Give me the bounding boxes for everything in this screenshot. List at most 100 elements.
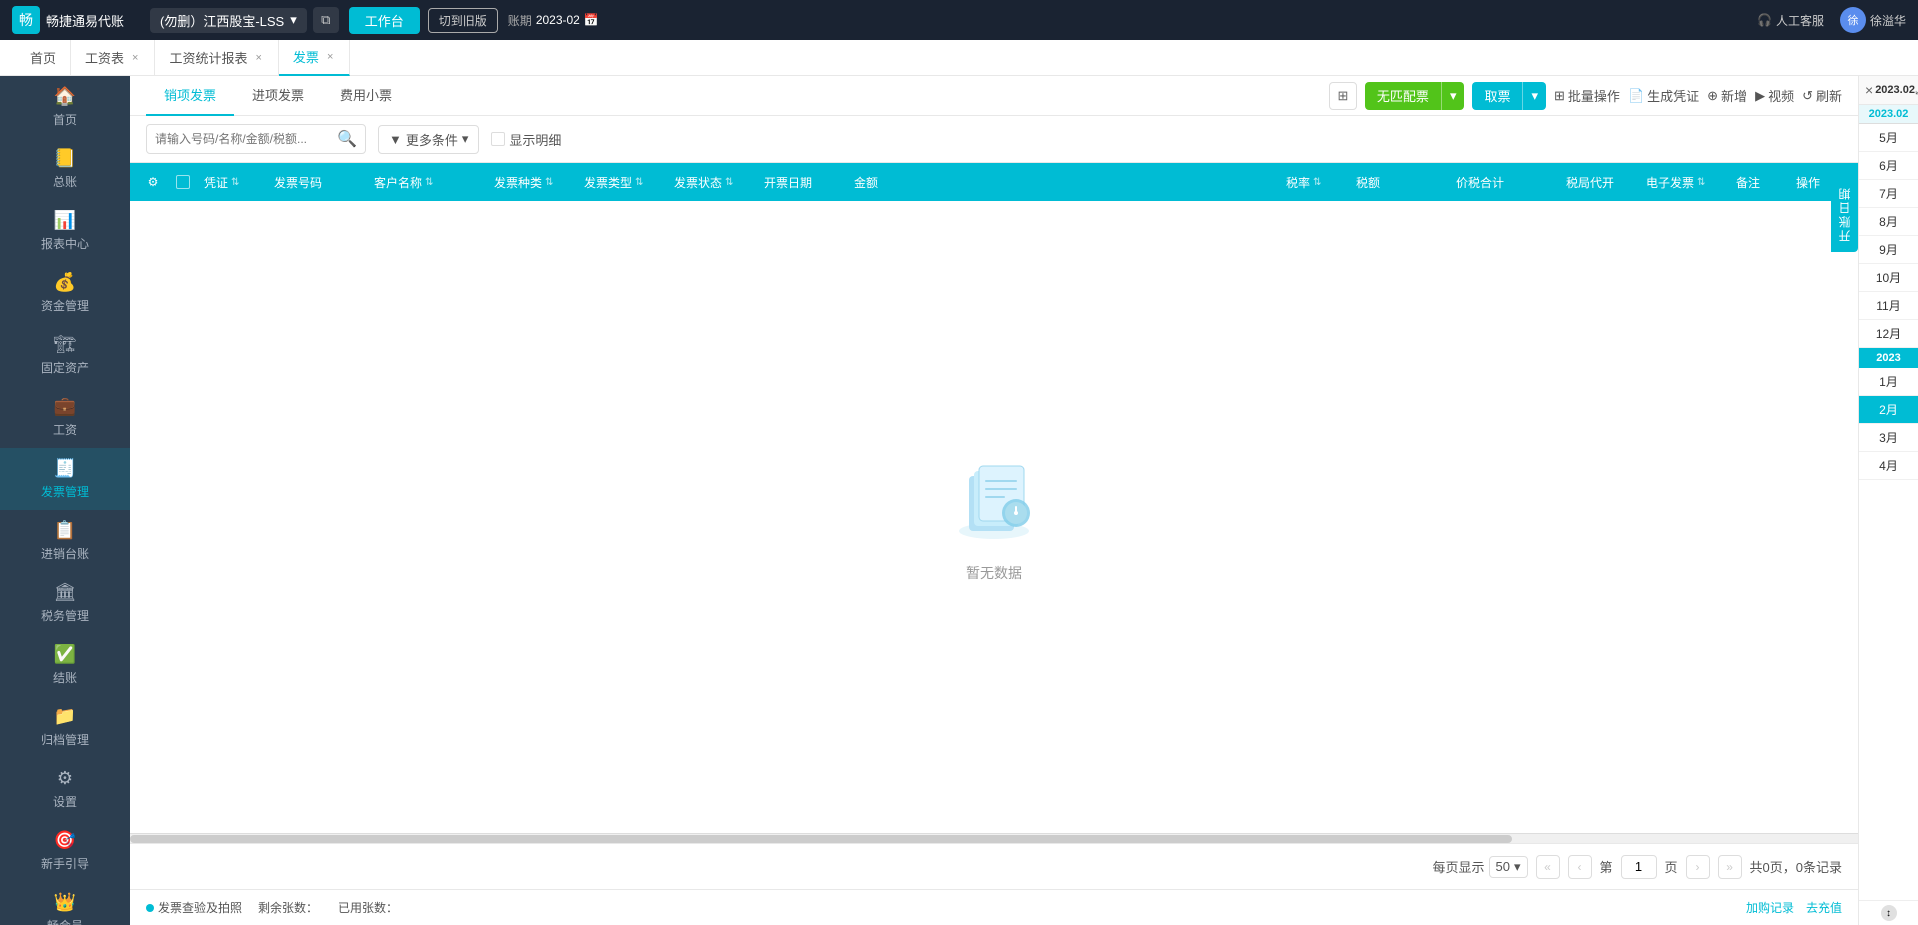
more-conditions-arrow: ▾ xyxy=(462,131,469,147)
switch-version-button[interactable]: 切到旧版 xyxy=(428,8,498,33)
empty-illustration xyxy=(944,451,1044,551)
right-panel: × 2023.02 ⤢ 2023.02 5月 6月 7月 8月 9月 10月 1… xyxy=(1858,76,1918,925)
tax-rate-sort-icon[interactable]: ⇅ xyxy=(1313,177,1321,188)
tab-salary-close[interactable]: × xyxy=(130,51,140,65)
support-label: 人工客服 xyxy=(1776,12,1824,29)
month-item-4[interactable]: 4月 xyxy=(1859,452,1918,480)
no-match-button[interactable]: 无匹配票 ▾ xyxy=(1365,82,1465,110)
month-item-1[interactable]: 1月 xyxy=(1859,368,1918,396)
e-invoice-sort-icon[interactable]: ⇅ xyxy=(1697,177,1705,188)
first-page-button[interactable]: « xyxy=(1536,855,1560,879)
refresh-button[interactable]: ↺ 刷新 xyxy=(1802,86,1842,105)
tab-home[interactable]: 首页 xyxy=(16,40,71,76)
recharge-link[interactable]: 去充值 xyxy=(1806,899,1842,916)
company-selector[interactable]: (勿删）江西股宝-LSS ▾ xyxy=(150,8,307,33)
take-ticket-arrow[interactable]: ▾ xyxy=(1522,82,1546,110)
th-settings[interactable]: ⚙ xyxy=(138,175,168,189)
archive-icon: 📁 xyxy=(54,706,76,727)
inv-status-sort-icon[interactable]: ⇅ xyxy=(725,177,733,188)
workspace-button[interactable]: 工作台 xyxy=(349,7,420,34)
scroll-thumb[interactable] xyxy=(130,835,1512,843)
calendar-icon[interactable]: 📅 xyxy=(584,13,599,27)
footer-right: 加购记录 去充值 xyxy=(1746,899,1842,916)
month-item-9[interactable]: 9月 xyxy=(1859,236,1918,264)
more-conditions-button[interactable]: ▼ 更多条件 ▾ xyxy=(378,125,479,154)
no-match-arrow[interactable]: ▾ xyxy=(1441,82,1465,110)
refresh-label: 刷新 xyxy=(1816,86,1842,105)
tab-salary[interactable]: 工资表 × xyxy=(71,40,155,76)
select-all-checkbox[interactable] xyxy=(176,175,190,189)
sidebar-invoice-label: 发票管理 xyxy=(41,483,89,500)
sidebar-item-salary[interactable]: 💼 工资 xyxy=(0,386,130,448)
search-icon[interactable]: 🔍 xyxy=(337,129,357,149)
sidebar-item-home[interactable]: 🏠 首页 xyxy=(0,76,130,138)
sidebar-item-guide[interactable]: 🎯 新手引导 xyxy=(0,820,130,882)
user-item[interactable]: 徐 徐溢华 xyxy=(1840,7,1906,33)
panel-close-button[interactable]: × xyxy=(1863,82,1875,98)
customer-sort-icon[interactable]: ⇅ xyxy=(425,177,433,188)
sidebar-item-finance[interactable]: 💰 资金管理 xyxy=(0,262,130,324)
sidebar-home-label: 首页 xyxy=(53,111,77,128)
page-size-dropdown[interactable]: 50 ▾ xyxy=(1489,856,1528,878)
show-details-checkbox[interactable] xyxy=(491,132,505,146)
tab-salary-report-close[interactable]: × xyxy=(253,51,263,65)
month-item-8[interactable]: 8月 xyxy=(1859,208,1918,236)
sidebar-item-close[interactable]: ✅ 结账 xyxy=(0,634,130,696)
month-item-7[interactable]: 7月 xyxy=(1859,180,1918,208)
batch-op-link[interactable]: ⊞ 批量操作 xyxy=(1554,86,1620,105)
sidebar-item-invoice[interactable]: 🧾 发票管理 xyxy=(0,448,130,510)
tab-salary-report[interactable]: 工资统计报表 × xyxy=(155,40,278,76)
inv-type-sort-icon[interactable]: ⇅ xyxy=(545,177,553,188)
prev-page-icon: ‹ xyxy=(1578,860,1582,874)
gear-icon: ⚙ xyxy=(57,768,73,789)
month-item-3[interactable]: 3月 xyxy=(1859,424,1918,452)
search-input[interactable] xyxy=(155,132,331,146)
verify-label: 发票查验及拍照 xyxy=(158,899,242,916)
tab-invoice-close[interactable]: × xyxy=(325,50,335,64)
next-page-button[interactable]: › xyxy=(1686,855,1710,879)
th-tax-rate: 税率 ⇅ xyxy=(1280,174,1350,191)
new-button[interactable]: ⊕ 新增 xyxy=(1707,86,1747,105)
grid-view-button[interactable]: ⊞ xyxy=(1329,82,1357,110)
video-button[interactable]: ▶ 视频 xyxy=(1755,86,1794,105)
take-ticket-button[interactable]: 取票 ▾ xyxy=(1472,82,1546,110)
show-details-toggle[interactable]: 显示明细 xyxy=(491,130,561,149)
join-record-link[interactable]: 加购记录 xyxy=(1746,899,1794,916)
last-page-button[interactable]: » xyxy=(1718,855,1742,879)
sidebar-item-archive[interactable]: 📁 归档管理 xyxy=(0,696,130,758)
sidebar-item-tax[interactable]: 🏛 税务管理 xyxy=(0,572,130,634)
sub-tab-outgoing[interactable]: 销项发票 xyxy=(146,76,234,116)
month-item-6[interactable]: 6月 xyxy=(1859,152,1918,180)
sidebar-item-report[interactable]: 📊 报表中心 xyxy=(0,200,130,262)
sidebar-item-purchase[interactable]: 📋 进销台账 xyxy=(0,510,130,572)
horizontal-scrollbar[interactable] xyxy=(130,833,1858,843)
month-item-12[interactable]: 12月 xyxy=(1859,320,1918,348)
tab-invoice[interactable]: 发票 × xyxy=(279,40,350,76)
th-checkbox[interactable] xyxy=(168,175,198,189)
header-right: 🎧 人工客服 徐 徐溢华 xyxy=(1757,7,1906,33)
month-item-2[interactable]: 2月 xyxy=(1859,396,1918,424)
panel-scroll-button[interactable]: ↕ xyxy=(1881,905,1897,921)
sub-tabs: 销项发票 进项发票 费用小票 xyxy=(146,76,410,116)
amount-col-label: 金额 xyxy=(854,174,878,191)
sub-tab-incoming[interactable]: 进项发票 xyxy=(234,76,322,116)
sub-tab-receipt[interactable]: 费用小票 xyxy=(322,76,410,116)
prev-page-button[interactable]: ‹ xyxy=(1568,855,1592,879)
sidebar-item-ledger[interactable]: 📒 总账 xyxy=(0,138,130,200)
inv-cat-sort-icon[interactable]: ⇅ xyxy=(635,177,643,188)
next-page-icon: › xyxy=(1696,860,1700,874)
report-icon: 📊 xyxy=(54,210,76,231)
month-item-5[interactable]: 5月 xyxy=(1859,124,1918,152)
customer-col-label: 客户名称 xyxy=(374,174,422,191)
open-period-button[interactable]: 开账日期 xyxy=(1831,176,1858,252)
support-item[interactable]: 🎧 人工客服 xyxy=(1757,12,1824,29)
sidebar-item-settings[interactable]: ⚙ 设置 xyxy=(0,758,130,820)
sidebar-item-member[interactable]: 👑 畅会员 xyxy=(0,882,130,925)
month-item-10[interactable]: 10月 xyxy=(1859,264,1918,292)
copy-icon[interactable]: ⧉ xyxy=(313,7,339,33)
sidebar-item-assets[interactable]: 🏗 固定资产 xyxy=(0,324,130,386)
voucher-sort-icon[interactable]: ⇅ xyxy=(231,177,239,188)
page-number-input[interactable] xyxy=(1621,855,1657,879)
gen-voucher-link[interactable]: 📄 生成凭证 xyxy=(1628,86,1699,105)
month-item-11[interactable]: 11月 xyxy=(1859,292,1918,320)
